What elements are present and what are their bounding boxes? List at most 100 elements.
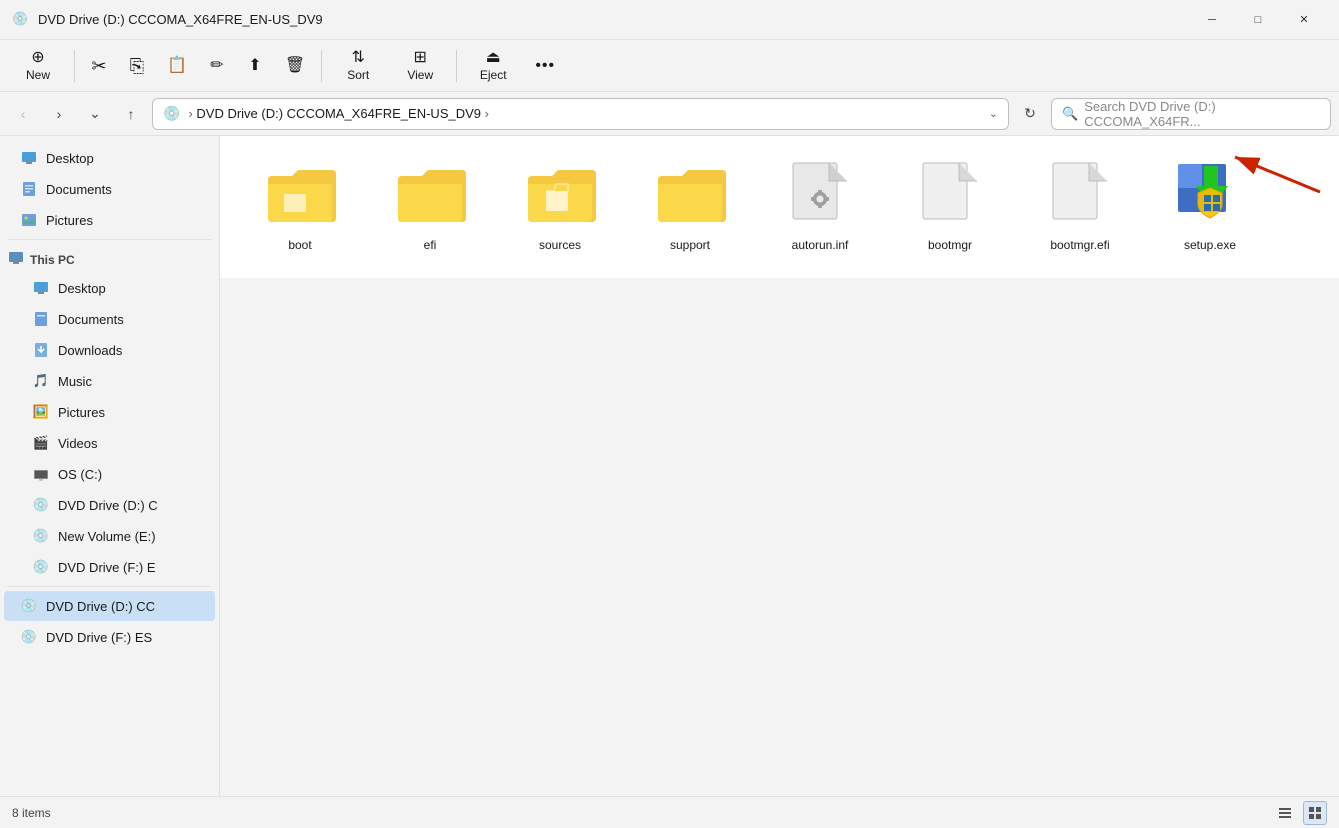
autorun-icon — [784, 160, 856, 232]
sidebar-item-dvd-f[interactable]: 💿 DVD Drive (F:) E — [4, 552, 215, 582]
delete-button[interactable]: 🗑 — [275, 44, 315, 88]
file-item-bootmgr-efi[interactable]: bootmgr.efi — [1020, 152, 1140, 262]
grid-view-button[interactable] — [1303, 801, 1327, 825]
file-content-wrapper: boot efi — [220, 136, 1339, 796]
vol-e-icon: 💿 — [32, 527, 50, 545]
sources-label: sources — [539, 238, 581, 254]
toolbar-sep-2 — [321, 50, 322, 82]
search-icon: 🔍 — [1062, 106, 1078, 122]
boot-label: boot — [288, 238, 311, 254]
sidebar-item-documents-qa[interactable]: Documents — [4, 174, 215, 204]
support-label: support — [670, 238, 710, 254]
rename-button[interactable]: ✏ — [199, 44, 235, 88]
share-button[interactable]: ⬆ — [237, 44, 273, 88]
status-right — [1273, 801, 1327, 825]
address-icon: 💿 — [163, 105, 180, 122]
sort-label: Sort — [347, 68, 369, 82]
sidebar-label-videos-pc: Videos — [58, 436, 98, 451]
sidebar-item-desktop-pc[interactable]: Desktop — [4, 273, 215, 303]
list-view-icon — [1278, 806, 1292, 820]
sidebar-item-vol-e[interactable]: 💿 New Volume (E:) — [4, 521, 215, 551]
sidebar-item-dvd-d[interactable]: 💿 DVD Drive (D:) C — [4, 490, 215, 520]
file-item-sources[interactable]: sources — [500, 152, 620, 262]
sources-folder-icon — [524, 160, 596, 232]
file-item-efi[interactable]: efi — [370, 152, 490, 262]
sidebar-label-os-c: OS (C:) — [58, 467, 102, 482]
file-item-boot[interactable]: boot — [240, 152, 360, 262]
view-icon: ⊞ — [414, 50, 427, 66]
desktop-pc-icon — [32, 279, 50, 297]
toolbar-sep-3 — [456, 50, 457, 82]
share-icon: ⬆ — [248, 58, 261, 74]
sidebar-item-active-dvd[interactable]: 💿 DVD Drive (D:) CC — [4, 591, 215, 621]
search-box[interactable]: 🔍 Search DVD Drive (D:) CCCOMA_X64FR... — [1051, 98, 1331, 130]
cut-button[interactable]: ✂ — [81, 44, 117, 88]
more-button[interactable]: ••• — [525, 44, 565, 88]
dvd-d-icon: 💿 — [32, 496, 50, 514]
boot-folder-icon — [264, 160, 336, 232]
file-item-support[interactable]: support — [630, 152, 750, 262]
copy-icon: ⎘ — [130, 57, 144, 75]
back-button[interactable]: ‹ — [8, 99, 38, 129]
sidebar-item-pictures-pc[interactable]: 🖼️ Pictures — [4, 397, 215, 427]
eject-button[interactable]: ⏏ Eject — [463, 44, 523, 88]
sidebar-item-pictures-qa[interactable]: Pictures — [4, 205, 215, 235]
close-button[interactable]: ✕ — [1281, 4, 1327, 36]
music-pc-icon: 🎵 — [32, 372, 50, 390]
status-bar: 8 items — [0, 796, 1339, 828]
file-item-autorun[interactable]: autorun.inf — [760, 152, 880, 262]
sidebar-item-os-c[interactable]: OS (C:) — [4, 459, 215, 489]
sidebar-item-music-pc[interactable]: 🎵 Music — [4, 366, 215, 396]
forward-button[interactable]: › — [44, 99, 74, 129]
sidebar-label-desktop-qa: Desktop — [46, 151, 94, 166]
sidebar-item-videos-pc[interactable]: 🎬 Videos — [4, 428, 215, 458]
sidebar-label-documents-qa: Documents — [46, 182, 112, 197]
rename-icon: ✏ — [210, 58, 223, 74]
list-view-button[interactable] — [1273, 801, 1297, 825]
sidebar-label-dvd-f2: DVD Drive (F:) ES — [46, 630, 152, 645]
title-bar: 💿 DVD Drive (D:) CCCOMA_X64FRE_EN-US_DV9… — [0, 0, 1339, 40]
up-button[interactable]: ↑ — [116, 99, 146, 129]
view-button[interactable]: ⊞ View — [390, 44, 450, 88]
delete-icon: 🗑 — [285, 58, 305, 74]
paste-button[interactable]: 📋 — [157, 44, 197, 88]
sidebar-item-downloads-pc[interactable]: Downloads — [4, 335, 215, 365]
documents-qa-icon — [20, 180, 38, 198]
sidebar-item-desktop-qa[interactable]: Desktop — [4, 143, 215, 173]
desktop-qa-icon — [20, 149, 38, 167]
copy-button[interactable]: ⎘ — [119, 44, 155, 88]
sidebar-item-dvd-f2[interactable]: 💿 DVD Drive (F:) ES — [4, 622, 215, 652]
main-area: Desktop Documents Pictures This PC — [0, 136, 1339, 796]
maximize-button[interactable]: □ — [1235, 4, 1281, 36]
sidebar: Desktop Documents Pictures This PC — [0, 136, 220, 796]
sidebar-label-downloads-pc: Downloads — [58, 343, 122, 358]
search-placeholder: Search DVD Drive (D:) CCCOMA_X64FR... — [1084, 99, 1320, 129]
title-bar-icon: 💿 — [12, 11, 30, 29]
file-item-setup[interactable]: setup.exe — [1150, 152, 1270, 262]
toolbar-sep-1 — [74, 50, 75, 82]
sidebar-label-desktop-pc: Desktop — [58, 281, 106, 296]
more-icon: ••• — [535, 58, 555, 74]
address-path: › DVD Drive (D:) CCCOMA_X64FRE_EN-US_DV9… — [188, 106, 984, 121]
sidebar-label-music-pc: Music — [58, 374, 92, 389]
grid-view-icon — [1308, 806, 1322, 820]
this-pc-icon — [8, 250, 24, 269]
documents-pc-icon — [32, 310, 50, 328]
dvd-f2-icon: 💿 — [20, 628, 38, 646]
refresh-button[interactable]: ↻ — [1015, 99, 1045, 129]
sort-button[interactable]: ⇅ Sort — [328, 44, 388, 88]
this-pc-header[interactable]: This PC — [0, 244, 219, 272]
sidebar-label-dvd-f: DVD Drive (F:) E — [58, 560, 156, 575]
address-box[interactable]: 💿 › DVD Drive (D:) CCCOMA_X64FRE_EN-US_D… — [152, 98, 1009, 130]
sidebar-label-pictures-pc: Pictures — [58, 405, 105, 420]
sort-icon: ⇅ — [352, 50, 365, 66]
sidebar-item-documents-pc[interactable]: Documents — [4, 304, 215, 334]
expand-button[interactable]: ⌄ — [80, 99, 110, 129]
minimize-button[interactable]: ─ — [1189, 4, 1235, 36]
new-button[interactable]: ⊕ New — [8, 44, 68, 88]
autorun-label: autorun.inf — [792, 238, 849, 254]
bootmgr-label: bootmgr — [928, 238, 972, 254]
file-item-bootmgr[interactable]: bootmgr — [890, 152, 1010, 262]
address-bar-row: ‹ › ⌄ ↑ 💿 › DVD Drive (D:) CCCOMA_X64FRE… — [0, 92, 1339, 136]
sidebar-label-dvd-d: DVD Drive (D:) C — [58, 498, 158, 513]
